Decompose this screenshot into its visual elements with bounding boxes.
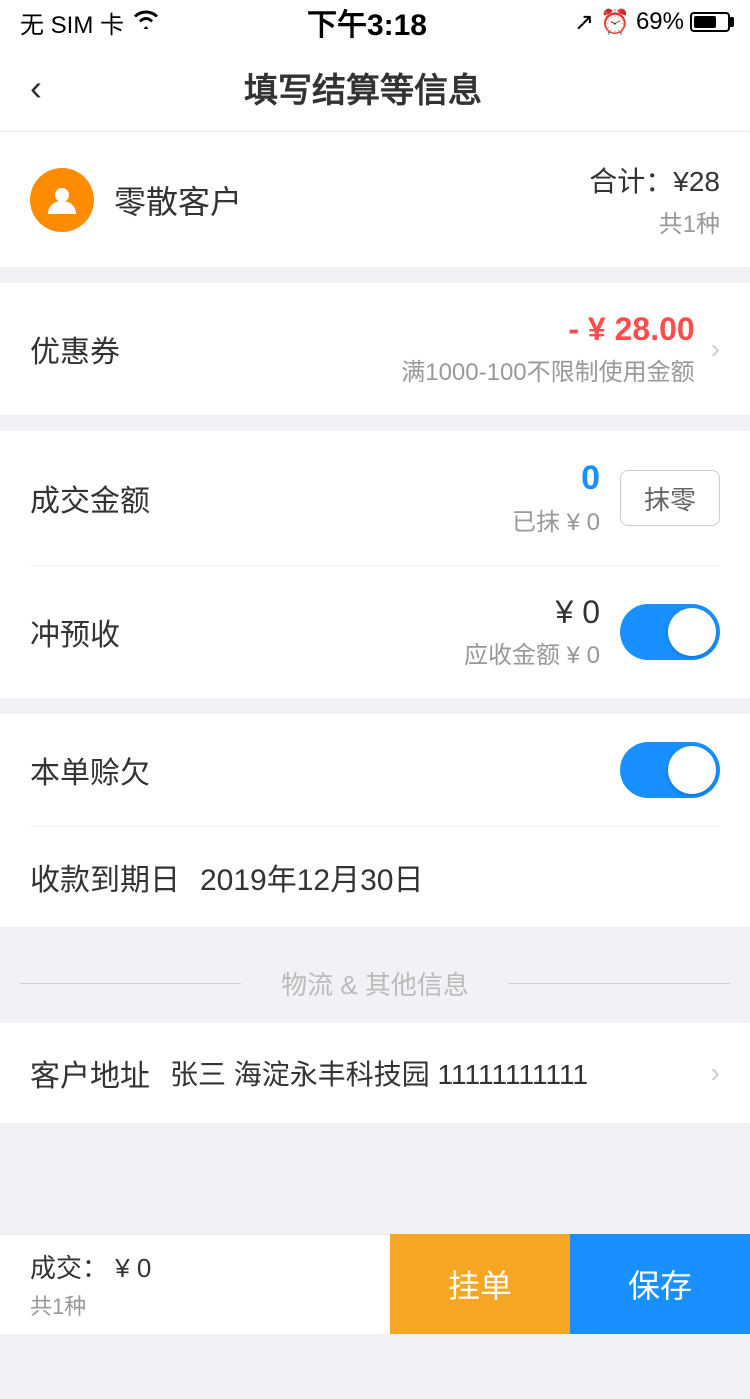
amount-section: 成交金额 0 已抹 ¥ 0 抹零 冲预收 ¥ 0 应收金额 ¥ 0: [0, 431, 750, 698]
status-right: ↗ ⏰ 69%: [574, 8, 730, 37]
round-zero-button[interactable]: 抹零: [620, 470, 720, 526]
prereceive-toggle[interactable]: [620, 604, 720, 660]
status-time: 下午3:18: [307, 0, 427, 44]
address-label: 客户地址: [30, 1051, 150, 1095]
customer-row: 零散客户 合计：¥28 共1种: [0, 132, 750, 267]
logistics-line-right: [509, 983, 730, 984]
back-button[interactable]: ‹: [30, 67, 42, 109]
address-section: 客户地址 张三 海淀永丰科技园 11111111111 ›: [0, 1023, 750, 1123]
bottom-deal-label: 成交： ¥ 0: [30, 1248, 360, 1285]
customer-name: 零散客户: [114, 177, 242, 223]
prereceive-row: 冲预收 ¥ 0 应收金额 ¥ 0: [0, 566, 750, 698]
coupon-value-container: - ¥ 28.00 满1000-100不限制使用金额: [401, 311, 694, 387]
page-title: 填写结算等信息: [62, 63, 664, 112]
wifi-icon: [132, 8, 160, 37]
prereceive-right: ¥ 0 应收金额 ¥ 0: [464, 594, 720, 670]
coupon-right: - ¥ 28.00 满1000-100不限制使用金额 ›: [401, 311, 720, 387]
transaction-amount-row: 成交金额 0 已抹 ¥ 0 抹零: [0, 431, 750, 565]
duedate-label: 收款到期日: [30, 855, 180, 899]
alarm-icon: ⏰: [600, 8, 630, 37]
writeoff-row: 本单赊欠: [0, 714, 750, 826]
writeoff-toggle[interactable]: [620, 742, 720, 798]
status-bar: 无 SIM 卡 下午3:18 ↗ ⏰ 69%: [0, 0, 750, 44]
logistics-text: 物流 & 其他信息: [281, 965, 469, 1002]
location-icon: ↗: [574, 8, 594, 37]
duedate-row: 收款到期日 2019年12月30日: [0, 827, 750, 927]
writeoff-section: 本单赊欠 收款到期日 2019年12月30日: [0, 714, 750, 927]
address-row[interactable]: 客户地址 张三 海淀永丰科技园 11111111111 ›: [0, 1023, 750, 1123]
customer-count: 共1种: [589, 204, 720, 239]
writeoff-toggle-knob: [668, 746, 716, 794]
coupon-label: 优惠券: [30, 327, 120, 371]
customer-total: 合计：¥28: [589, 160, 720, 200]
prereceive-sub: 应收金额 ¥ 0: [464, 635, 600, 670]
battery-icon: [690, 12, 730, 32]
prereceive-label: 冲预收: [30, 610, 120, 654]
battery-percent: 69%: [636, 8, 684, 36]
transaction-amount-sub: 已抹 ¥ 0: [512, 502, 600, 537]
prereceive-value-container: ¥ 0 应收金额 ¥ 0: [464, 594, 600, 670]
writeoff-label: 本单赊欠: [30, 748, 150, 792]
logistics-divider: 物流 & 其他信息: [0, 943, 750, 1023]
pending-button[interactable]: 挂单: [390, 1234, 570, 1334]
coupon-row[interactable]: 优惠券 - ¥ 28.00 满1000-100不限制使用金额 ›: [0, 283, 750, 415]
logistics-line-left: [20, 983, 241, 984]
transaction-amount-right: 0 已抹 ¥ 0 抹零: [512, 459, 720, 537]
address-chevron: ›: [711, 1057, 720, 1089]
bottom-count-label: 共1种: [30, 1289, 360, 1321]
prereceive-value: ¥ 0: [464, 594, 600, 631]
coupon-chevron: ›: [711, 333, 720, 365]
customer-left: 零散客户: [30, 168, 242, 232]
bottom-summary: 成交： ¥ 0 共1种: [0, 1234, 390, 1334]
avatar: [30, 168, 94, 232]
nav-bar: ‹ 填写结算等信息: [0, 44, 750, 132]
coupon-section: 优惠券 - ¥ 28.00 满1000-100不限制使用金额 ›: [0, 283, 750, 415]
toggle-knob: [668, 608, 716, 656]
address-value: 张三 海淀永丰科技园 11111111111: [170, 1053, 691, 1093]
coupon-sub: 满1000-100不限制使用金额: [401, 352, 694, 387]
amount-value-container: 0 已抹 ¥ 0: [512, 459, 600, 537]
bottom-bar: 成交： ¥ 0 共1种 挂单 保存: [0, 1234, 750, 1334]
save-button[interactable]: 保存: [570, 1234, 750, 1334]
no-sim-text: 无 SIM 卡: [20, 5, 124, 40]
duedate-value: 2019年12月30日: [200, 855, 423, 899]
customer-section: 零散客户 合计：¥28 共1种: [0, 132, 750, 267]
transaction-amount-label: 成交金额: [30, 476, 150, 520]
status-left: 无 SIM 卡: [20, 5, 160, 40]
transaction-amount-value: 0: [512, 459, 600, 498]
customer-right: 合计：¥28 共1种: [589, 160, 720, 239]
coupon-value: - ¥ 28.00: [401, 311, 694, 348]
